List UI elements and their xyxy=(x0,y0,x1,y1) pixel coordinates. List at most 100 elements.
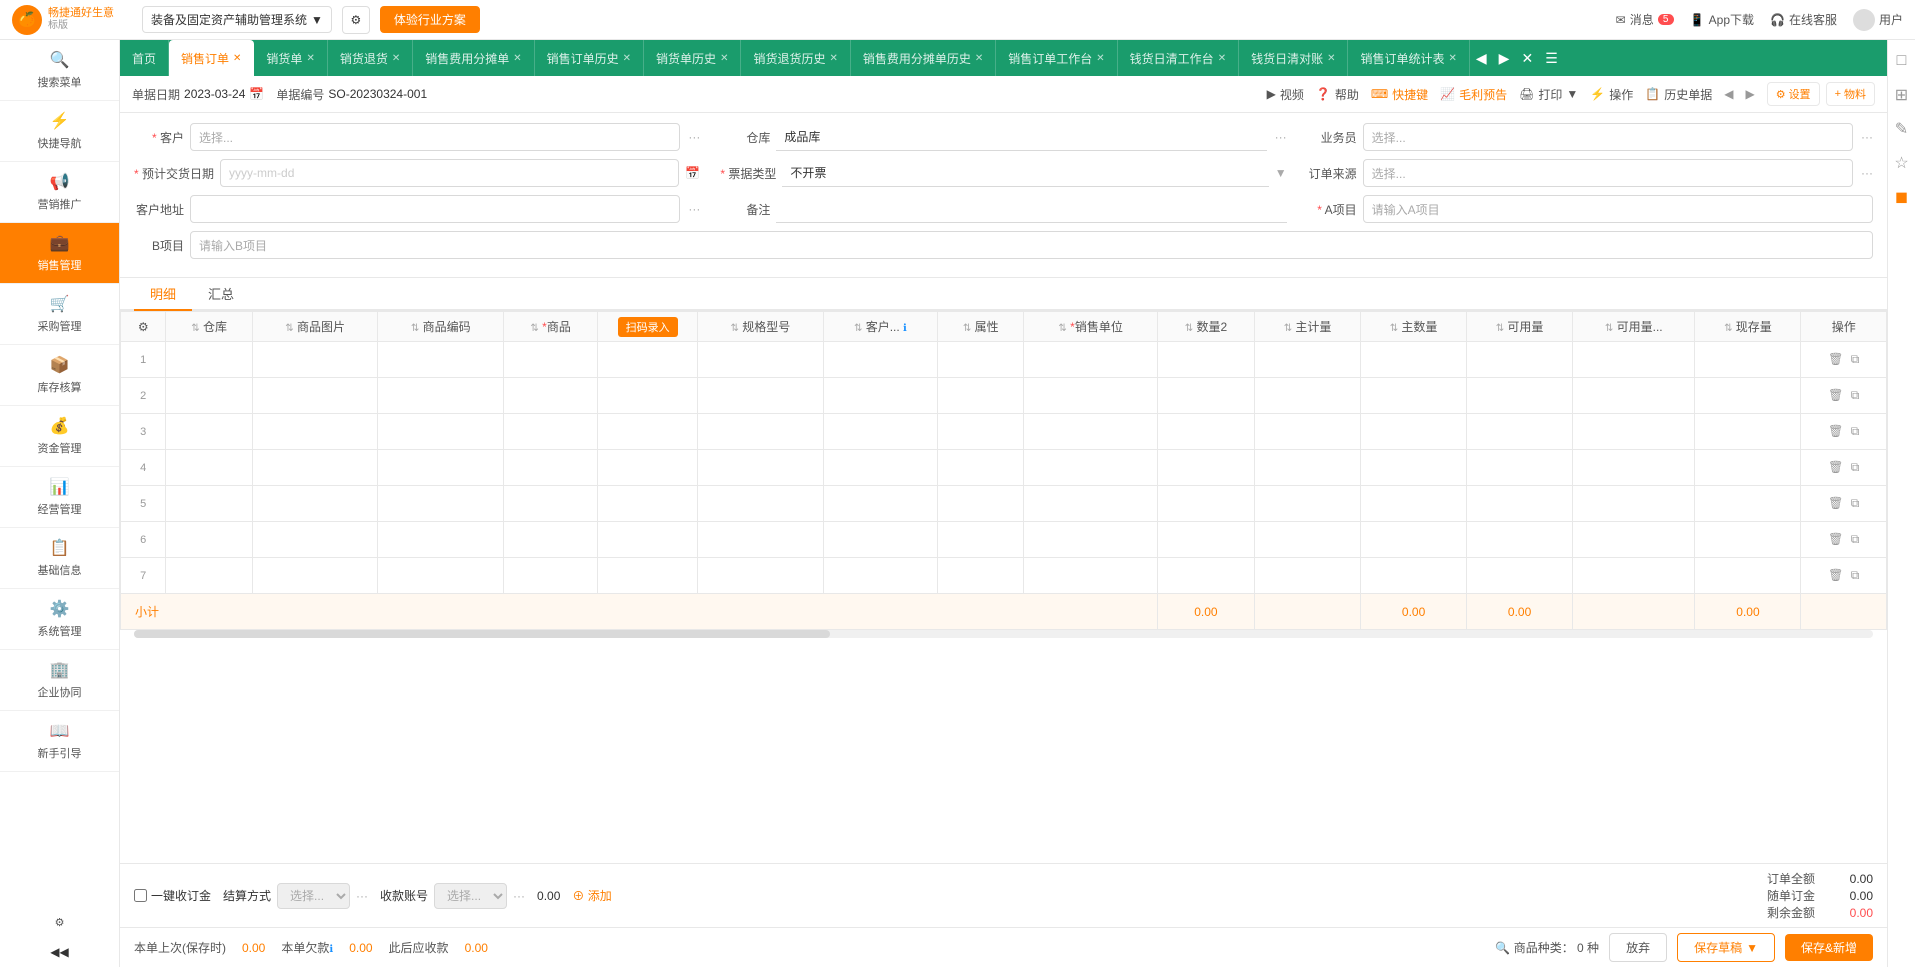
row-copy-icon[interactable]: ⧉ xyxy=(1851,496,1860,510)
customer-expand-icon[interactable]: ··· xyxy=(688,130,700,144)
row-copy-icon[interactable]: ⧉ xyxy=(1851,568,1860,582)
delivery-date-input[interactable]: yyyy-mm-dd xyxy=(220,159,679,187)
user-menu-btn[interactable]: 用户 xyxy=(1853,9,1903,31)
one-click-checkbox-input[interactable] xyxy=(134,889,147,902)
right-panel-icon-5[interactable]: ◼ xyxy=(1891,186,1913,208)
payment-method-select[interactable]: 选择... xyxy=(277,883,350,909)
b-project-input[interactable]: 请输入B项目 xyxy=(190,231,1873,259)
scrollbar-thumb[interactable] xyxy=(134,630,830,638)
ticket-dropdown-icon[interactable]: ▼ xyxy=(1275,166,1287,180)
sidebar-item-purchase[interactable]: 🛒 采购管理 xyxy=(0,284,119,345)
tab-close-icon[interactable]: ✕ xyxy=(1327,53,1335,64)
row-delete-icon[interactable]: 🗑 xyxy=(1828,568,1843,582)
history-bills-btn[interactable]: 📋 历史单据 xyxy=(1645,86,1712,103)
a-project-input[interactable]: 请输入A项目 xyxy=(1363,195,1873,223)
system-selector[interactable]: 装备及固定资产辅助管理系统 ▼ xyxy=(142,6,332,33)
tab-close-icon[interactable]: ✕ xyxy=(513,53,521,64)
row-delete-icon[interactable]: 🗑 xyxy=(1828,496,1843,510)
right-panel-icon-2[interactable]: ⊞ xyxy=(1891,84,1913,106)
sidebar-item-sales[interactable]: 💼 销售管理 xyxy=(0,223,119,284)
agent-expand-icon[interactable]: ··· xyxy=(1861,130,1873,144)
tab-close-icon[interactable]: ✕ xyxy=(233,53,241,64)
col-scan[interactable]: 扫码录入 xyxy=(598,312,698,342)
print-btn[interactable]: 🖨 打印 ▼ xyxy=(1519,86,1578,103)
tab-return-history[interactable]: 销货单历史 ✕ xyxy=(644,40,741,76)
sidebar-item-quick-nav[interactable]: ⚡ 快捷导航 xyxy=(0,101,119,162)
tab-close-icon[interactable]: ✕ xyxy=(720,53,728,64)
calendar-icon[interactable]: 📅 xyxy=(249,87,264,101)
tab-detail[interactable]: 明细 xyxy=(134,278,192,311)
view-video-btn[interactable]: ▶ 视频 xyxy=(1267,86,1304,103)
row-copy-icon[interactable]: ⧉ xyxy=(1851,532,1860,546)
warehouse-expand-icon[interactable]: ··· xyxy=(1275,130,1287,144)
tab-home[interactable]: 首页 xyxy=(120,40,169,76)
toolbar-nav-next[interactable]: ▶ xyxy=(1745,87,1754,101)
customer-input[interactable]: 选择... xyxy=(190,123,680,151)
tab-close-all-btn[interactable]: ✕ xyxy=(1515,50,1539,67)
sidebar-item-search[interactable]: 🔍 搜索菜单 xyxy=(0,40,119,101)
settings-gear-icon[interactable]: ⚙ xyxy=(342,6,370,34)
add-material-btn[interactable]: + 物料 xyxy=(1826,82,1875,106)
tab-close-icon[interactable]: ✕ xyxy=(829,53,837,64)
sidebar-item-inventory[interactable]: 📦 库存核算 xyxy=(0,345,119,406)
tab-sales-return[interactable]: 销货单 ✕ xyxy=(254,40,327,76)
tab-close-icon[interactable]: ✕ xyxy=(975,53,983,64)
toolbar-nav-prev[interactable]: ◀ xyxy=(1724,87,1733,101)
tab-cash-workbench[interactable]: 钱货日清工作台 ✕ xyxy=(1118,40,1239,76)
sidebar-item-marketing[interactable]: 📢 营销推广 xyxy=(0,162,119,223)
tab-close-icon[interactable]: ✕ xyxy=(306,53,314,64)
right-panel-icon-3[interactable]: ✎ xyxy=(1891,118,1913,140)
tab-sales-refund[interactable]: 销货退货 ✕ xyxy=(328,40,413,76)
tab-sales-fee-split[interactable]: 销售费用分摊单 ✕ xyxy=(413,40,534,76)
tab-close-icon[interactable]: ✕ xyxy=(623,53,631,64)
tab-order-workbench[interactable]: 销售订单工作台 ✕ xyxy=(996,40,1117,76)
tab-sales-order[interactable]: 销售订单 ✕ xyxy=(169,40,254,76)
order-source-expand-icon[interactable]: ··· xyxy=(1861,166,1873,180)
scan-btn[interactable]: 扫码录入 xyxy=(618,317,678,337)
date-pick-icon[interactable]: 📅 xyxy=(685,166,700,180)
add-collect-btn[interactable]: ⊕ 添加 xyxy=(572,887,611,904)
profit-btn[interactable]: 📈 毛利预告 xyxy=(1440,86,1507,103)
row-delete-icon[interactable]: 🗑 xyxy=(1828,388,1843,402)
tab-fee-history[interactable]: 销售费用分摊单历史 ✕ xyxy=(851,40,996,76)
agent-input[interactable]: 选择... xyxy=(1363,123,1853,151)
one-click-collect-checkbox[interactable]: 一键收订金 xyxy=(134,887,211,904)
sidebar-item-enterprise[interactable]: 🏢 企业协同 xyxy=(0,650,119,711)
row-delete-icon[interactable]: 🗑 xyxy=(1828,460,1843,474)
save-new-btn[interactable]: 保存&新增 xyxy=(1785,934,1873,961)
tab-prev-btn[interactable]: ◀ xyxy=(1470,50,1493,67)
row-delete-icon[interactable]: 🗑 xyxy=(1828,424,1843,438)
message-btn[interactable]: ✉ 消息 5 xyxy=(1616,11,1674,28)
right-panel-icon-1[interactable]: □ xyxy=(1891,50,1913,72)
discard-btn[interactable]: 放弃 xyxy=(1609,933,1667,962)
row-copy-icon[interactable]: ⧉ xyxy=(1851,460,1860,474)
row-delete-icon[interactable]: 🗑 xyxy=(1828,352,1843,366)
horizontal-scrollbar[interactable] xyxy=(134,630,1873,638)
ticket-type-input[interactable]: 不开票 xyxy=(782,159,1268,187)
tab-refund-history[interactable]: 销货退货历史 ✕ xyxy=(741,40,850,76)
sidebar-item-basic-info[interactable]: 📋 基础信息 xyxy=(0,528,119,589)
row-delete-icon[interactable]: 🗑 xyxy=(1828,532,1843,546)
tab-close-icon[interactable]: ✕ xyxy=(1449,53,1457,64)
sidebar-item-guide[interactable]: 📖 新手引导 xyxy=(0,711,119,772)
sidebar-item-operation[interactable]: 📊 经营管理 xyxy=(0,467,119,528)
sidebar-collapse-btn[interactable]: ◀◀ xyxy=(0,937,119,967)
sidebar-item-finance[interactable]: 💰 资金管理 xyxy=(0,406,119,467)
row-copy-icon[interactable]: ⧉ xyxy=(1851,352,1860,366)
account-select[interactable]: 选择... xyxy=(434,883,507,909)
tab-close-icon[interactable]: ✕ xyxy=(1218,53,1226,64)
industry-btn[interactable]: 体验行业方案 xyxy=(380,6,480,33)
order-source-input[interactable]: 选择... xyxy=(1363,159,1853,187)
tab-summary[interactable]: 汇总 xyxy=(192,278,250,311)
row-copy-icon[interactable]: ⧉ xyxy=(1851,388,1860,402)
save-draft-btn[interactable]: 保存草稿 ▼ xyxy=(1677,933,1775,962)
tab-close-icon[interactable]: ✕ xyxy=(392,53,400,64)
sidebar-item-system[interactable]: ⚙️ 系统管理 xyxy=(0,589,119,650)
tab-cash-reconcile[interactable]: 钱货日清对账 ✕ xyxy=(1239,40,1348,76)
shortcut-btn[interactable]: ⌨ 快捷键 xyxy=(1371,86,1428,103)
app-download-btn[interactable]: 📱 App下载 xyxy=(1690,11,1754,28)
remarks-input[interactable] xyxy=(776,195,1286,223)
row-copy-icon[interactable]: ⧉ xyxy=(1851,424,1860,438)
address-expand-icon[interactable]: ··· xyxy=(688,202,700,216)
tab-close-icon[interactable]: ✕ xyxy=(1096,53,1104,64)
